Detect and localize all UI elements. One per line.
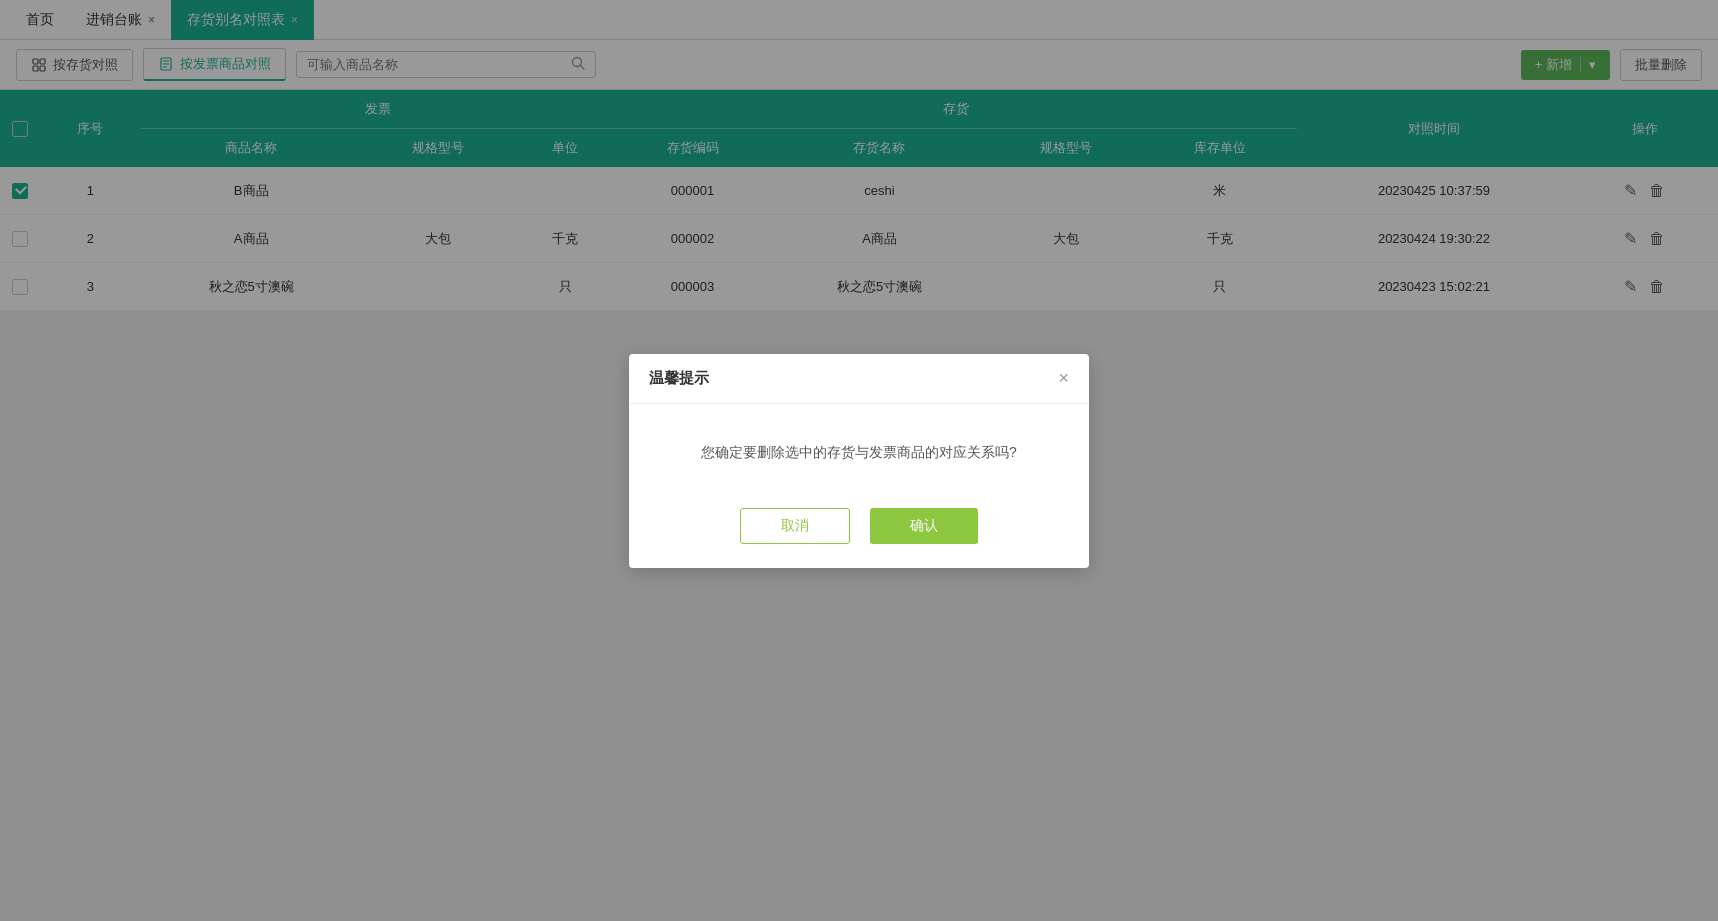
dialog-overlay[interactable]: 温馨提示 × 您确定要删除选中的存货与发票商品的对应关系吗? 取消 确认 [0, 0, 1718, 311]
